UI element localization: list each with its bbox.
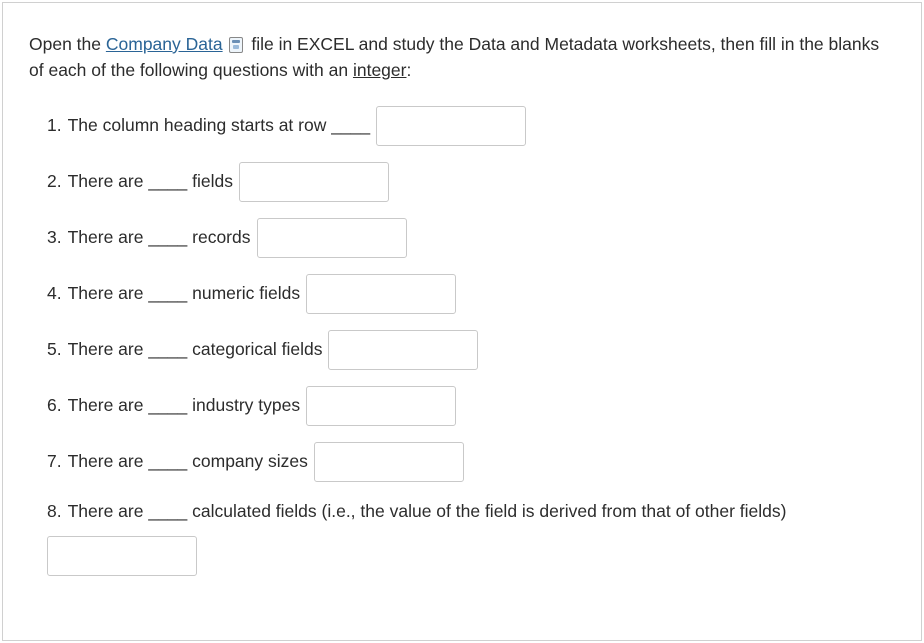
q4-number: 4.	[47, 280, 62, 306]
intro-prefix: Open the	[29, 34, 106, 54]
intro-integer-word: integer	[353, 60, 407, 80]
q7-number: 7.	[47, 448, 62, 474]
question-8: 8. There are ____ calculated fields (i.e…	[47, 498, 895, 576]
q3-input[interactable]	[257, 218, 407, 258]
q2-number: 2.	[47, 168, 62, 194]
question-1: 1. The column heading starts at row ____	[47, 106, 895, 146]
q7-input[interactable]	[314, 442, 464, 482]
q1-number: 1.	[47, 112, 62, 138]
q3-number: 3.	[47, 224, 62, 250]
question-list: 1. The column heading starts at row ____…	[29, 106, 895, 576]
question-6: 6. There are ____ industry types	[47, 386, 895, 426]
file-preview-icon[interactable]	[229, 37, 243, 53]
q8-input-wrap	[47, 536, 895, 576]
q5-text: There are ____ categorical fields	[68, 336, 323, 362]
q8-number: 8.	[47, 498, 62, 524]
q1-text: The column heading starts at row ____	[68, 112, 371, 138]
q7-text: There are ____ company sizes	[68, 448, 308, 474]
question-2: 2. There are ____ fields	[47, 162, 895, 202]
q3-text: There are ____ records	[68, 224, 251, 250]
question-5: 5. There are ____ categorical fields	[47, 330, 895, 370]
q6-text: There are ____ industry types	[68, 392, 301, 418]
company-data-link[interactable]: Company Data	[106, 34, 223, 54]
q8-input[interactable]	[47, 536, 197, 576]
q6-number: 6.	[47, 392, 62, 418]
q2-text: There are ____ fields	[68, 168, 233, 194]
q5-input[interactable]	[328, 330, 478, 370]
intro-suffix: :	[406, 60, 411, 80]
q8-text: There are ____ calculated fields (i.e., …	[68, 498, 787, 524]
question-container: Open the Company Data file in EXCEL and …	[2, 2, 922, 641]
q5-number: 5.	[47, 336, 62, 362]
question-7: 7. There are ____ company sizes	[47, 442, 895, 482]
intro-paragraph: Open the Company Data file in EXCEL and …	[29, 31, 895, 84]
q2-input[interactable]	[239, 162, 389, 202]
q4-text: There are ____ numeric fields	[68, 280, 300, 306]
question-4: 4. There are ____ numeric fields	[47, 274, 895, 314]
question-3: 3. There are ____ records	[47, 218, 895, 258]
q6-input[interactable]	[306, 386, 456, 426]
q1-input[interactable]	[376, 106, 526, 146]
q4-input[interactable]	[306, 274, 456, 314]
